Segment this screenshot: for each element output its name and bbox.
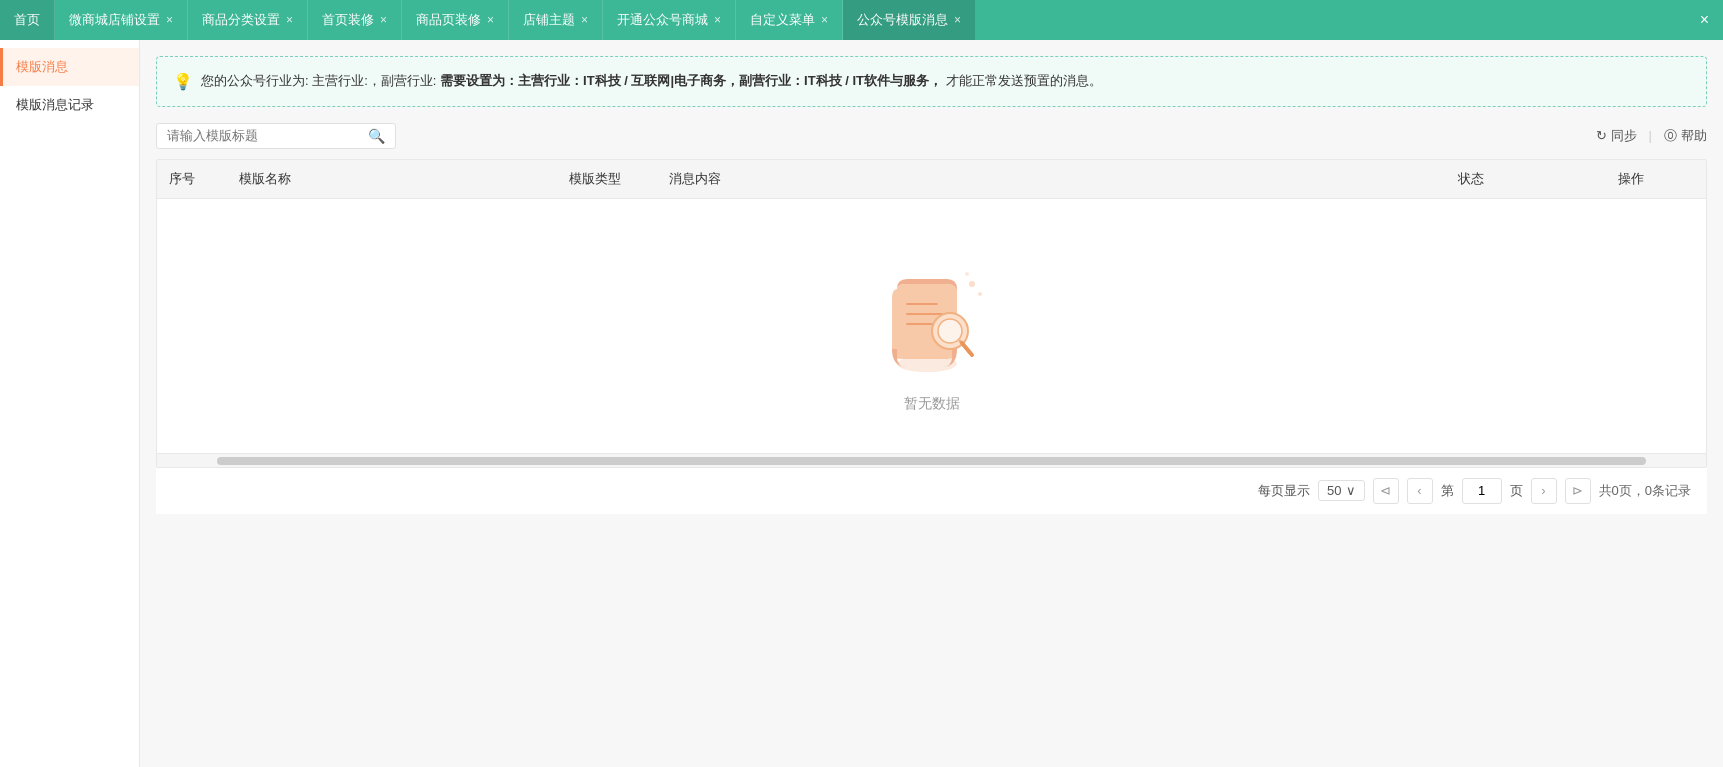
col-header-seq: 序号: [157, 170, 227, 188]
notice-highlight: 需要设置为：主营行业：IT科技 / 互联网|电子商务，副营行业：IT科技 / I…: [440, 73, 942, 88]
sidebar-item-template-message-record[interactable]: 模版消息记录: [0, 86, 139, 124]
nav-tab-template-msg[interactable]: 公众号模版消息 ×: [843, 0, 976, 40]
last-page-icon: ⊳: [1572, 483, 1583, 498]
svg-point-9: [978, 292, 982, 296]
nav-tab-custom-menu[interactable]: 自定义菜单 ×: [736, 0, 843, 40]
close-open-mall[interactable]: ×: [714, 13, 721, 27]
next-page-button[interactable]: ›: [1531, 478, 1557, 504]
close-template-msg[interactable]: ×: [954, 13, 961, 27]
svg-point-10: [965, 272, 969, 276]
store-theme-label: 店铺主题: [523, 11, 575, 29]
template-msg-label: 公众号模版消息: [857, 11, 948, 29]
product-decor-label: 商品页装修: [416, 11, 481, 29]
page-label: 第: [1441, 482, 1454, 500]
notice-bulb-icon: 💡: [173, 72, 193, 91]
nav-tab-home-decor[interactable]: 首页装修 ×: [308, 0, 402, 40]
empty-state: 暂无数据: [157, 199, 1706, 453]
sidebar-item-template-message[interactable]: 模版消息: [0, 48, 139, 86]
close-home-decor[interactable]: ×: [380, 13, 387, 27]
sidebar: 模版消息 模版消息记录: [0, 40, 140, 767]
sync-icon: ↻: [1596, 128, 1607, 143]
nav-tab-category-settings[interactable]: 商品分类设置 ×: [188, 0, 308, 40]
main-layout: 模版消息 模版消息记录 💡 您的公众号行业为: 主营行业:，副营行业: 需要设置…: [0, 40, 1723, 767]
close-store-theme[interactable]: ×: [581, 13, 588, 27]
help-label: 帮助: [1681, 127, 1707, 145]
page-size-select[interactable]: 50 ∨: [1318, 480, 1364, 501]
notice-prefix: 您的公众号行业为: 主营行业:，副营行业:: [201, 73, 436, 88]
home-decor-label: 首页装修: [322, 11, 374, 29]
search-icon[interactable]: 🔍: [368, 128, 385, 144]
col-header-name: 模版名称: [227, 170, 557, 188]
close-custom-menu[interactable]: ×: [821, 13, 828, 27]
content-area: 💡 您的公众号行业为: 主营行业:，副营行业: 需要设置为：主营行业：IT科技 …: [140, 40, 1723, 767]
notice-suffix: 才能正常发送预置的消息。: [946, 73, 1102, 88]
search-bar: 🔍 ↻ 同步 | ⓪ 帮助: [156, 123, 1707, 149]
prev-page-icon: ‹: [1417, 483, 1421, 498]
help-icon: ⓪: [1664, 127, 1677, 145]
search-input-wrap[interactable]: 🔍: [156, 123, 396, 149]
nav-tab-product-decor[interactable]: 商品页装修 ×: [402, 0, 509, 40]
svg-point-5: [938, 319, 962, 343]
toolbar-right: ↻ 同步 | ⓪ 帮助: [1596, 127, 1707, 145]
notice-box: 💡 您的公众号行业为: 主营行业:，副营行业: 需要设置为：主营行业：IT科技 …: [156, 56, 1707, 107]
svg-line-7: [962, 343, 972, 355]
page-size-value: 50: [1327, 483, 1341, 498]
help-button[interactable]: ⓪ 帮助: [1664, 127, 1707, 145]
notice-text: 您的公众号行业为: 主营行业:，副营行业: 需要设置为：主营行业：IT科技 / …: [201, 71, 1102, 92]
prev-page-button[interactable]: ‹: [1407, 478, 1433, 504]
close-product-decor[interactable]: ×: [487, 13, 494, 27]
custom-menu-label: 自定义菜单: [750, 11, 815, 29]
col-header-status: 状态: [1446, 170, 1606, 188]
col-header-content: 消息内容: [657, 170, 1446, 188]
next-page-icon: ›: [1541, 483, 1545, 498]
shop-settings-label: 微商城店铺设置: [69, 11, 160, 29]
sync-label: 同步: [1611, 127, 1637, 145]
page-suffix: 页: [1510, 482, 1523, 500]
search-input[interactable]: [167, 128, 368, 143]
data-table: 序号 模版名称 模版类型 消息内容 状态 操作: [156, 159, 1707, 468]
close-category-settings[interactable]: ×: [286, 13, 293, 27]
pagination-bar: 每页显示 50 ∨ ⊲ ‹ 第 页 › ⊳ 共0页，0条记录: [156, 468, 1707, 514]
sidebar-item-template-message-record-label: 模版消息记录: [16, 97, 94, 112]
close-all-button[interactable]: ×: [1686, 0, 1723, 40]
col-header-type: 模版类型: [557, 170, 657, 188]
open-mall-label: 开通公众号商城: [617, 11, 708, 29]
sync-button[interactable]: ↻ 同步: [1596, 127, 1637, 145]
scrollbar-thumb[interactable]: [217, 457, 1646, 465]
nav-tab-open-mall[interactable]: 开通公众号商城 ×: [603, 0, 736, 40]
close-shop-settings[interactable]: ×: [166, 13, 173, 27]
total-info: 共0页，0条记录: [1599, 482, 1691, 500]
svg-point-8: [969, 281, 975, 287]
home-tab-label: 首页: [14, 11, 40, 29]
empty-text: 暂无数据: [904, 395, 960, 413]
sidebar-item-template-message-label: 模版消息: [16, 59, 68, 74]
table-header: 序号 模版名称 模版类型 消息内容 状态 操作: [157, 160, 1706, 199]
nav-tab-home[interactable]: 首页: [0, 0, 55, 40]
toolbar-divider: |: [1649, 128, 1652, 143]
empty-illustration: [872, 259, 992, 379]
nav-tab-store-theme[interactable]: 店铺主题 ×: [509, 0, 603, 40]
close-all-icon: ×: [1700, 11, 1709, 29]
col-header-action: 操作: [1606, 170, 1706, 188]
page-size-label: 每页显示: [1258, 482, 1310, 500]
category-settings-label: 商品分类设置: [202, 11, 280, 29]
nav-tab-shop-settings[interactable]: 微商城店铺设置 ×: [55, 0, 188, 40]
first-page-icon: ⊲: [1380, 483, 1391, 498]
page-number-input[interactable]: [1462, 478, 1502, 504]
top-nav: 首页 微商城店铺设置 × 商品分类设置 × 首页装修 × 商品页装修 × 店铺主…: [0, 0, 1723, 40]
last-page-button[interactable]: ⊳: [1565, 478, 1591, 504]
page-size-dropdown-icon: ∨: [1346, 483, 1356, 498]
horizontal-scrollbar[interactable]: [157, 453, 1706, 467]
first-page-button[interactable]: ⊲: [1373, 478, 1399, 504]
